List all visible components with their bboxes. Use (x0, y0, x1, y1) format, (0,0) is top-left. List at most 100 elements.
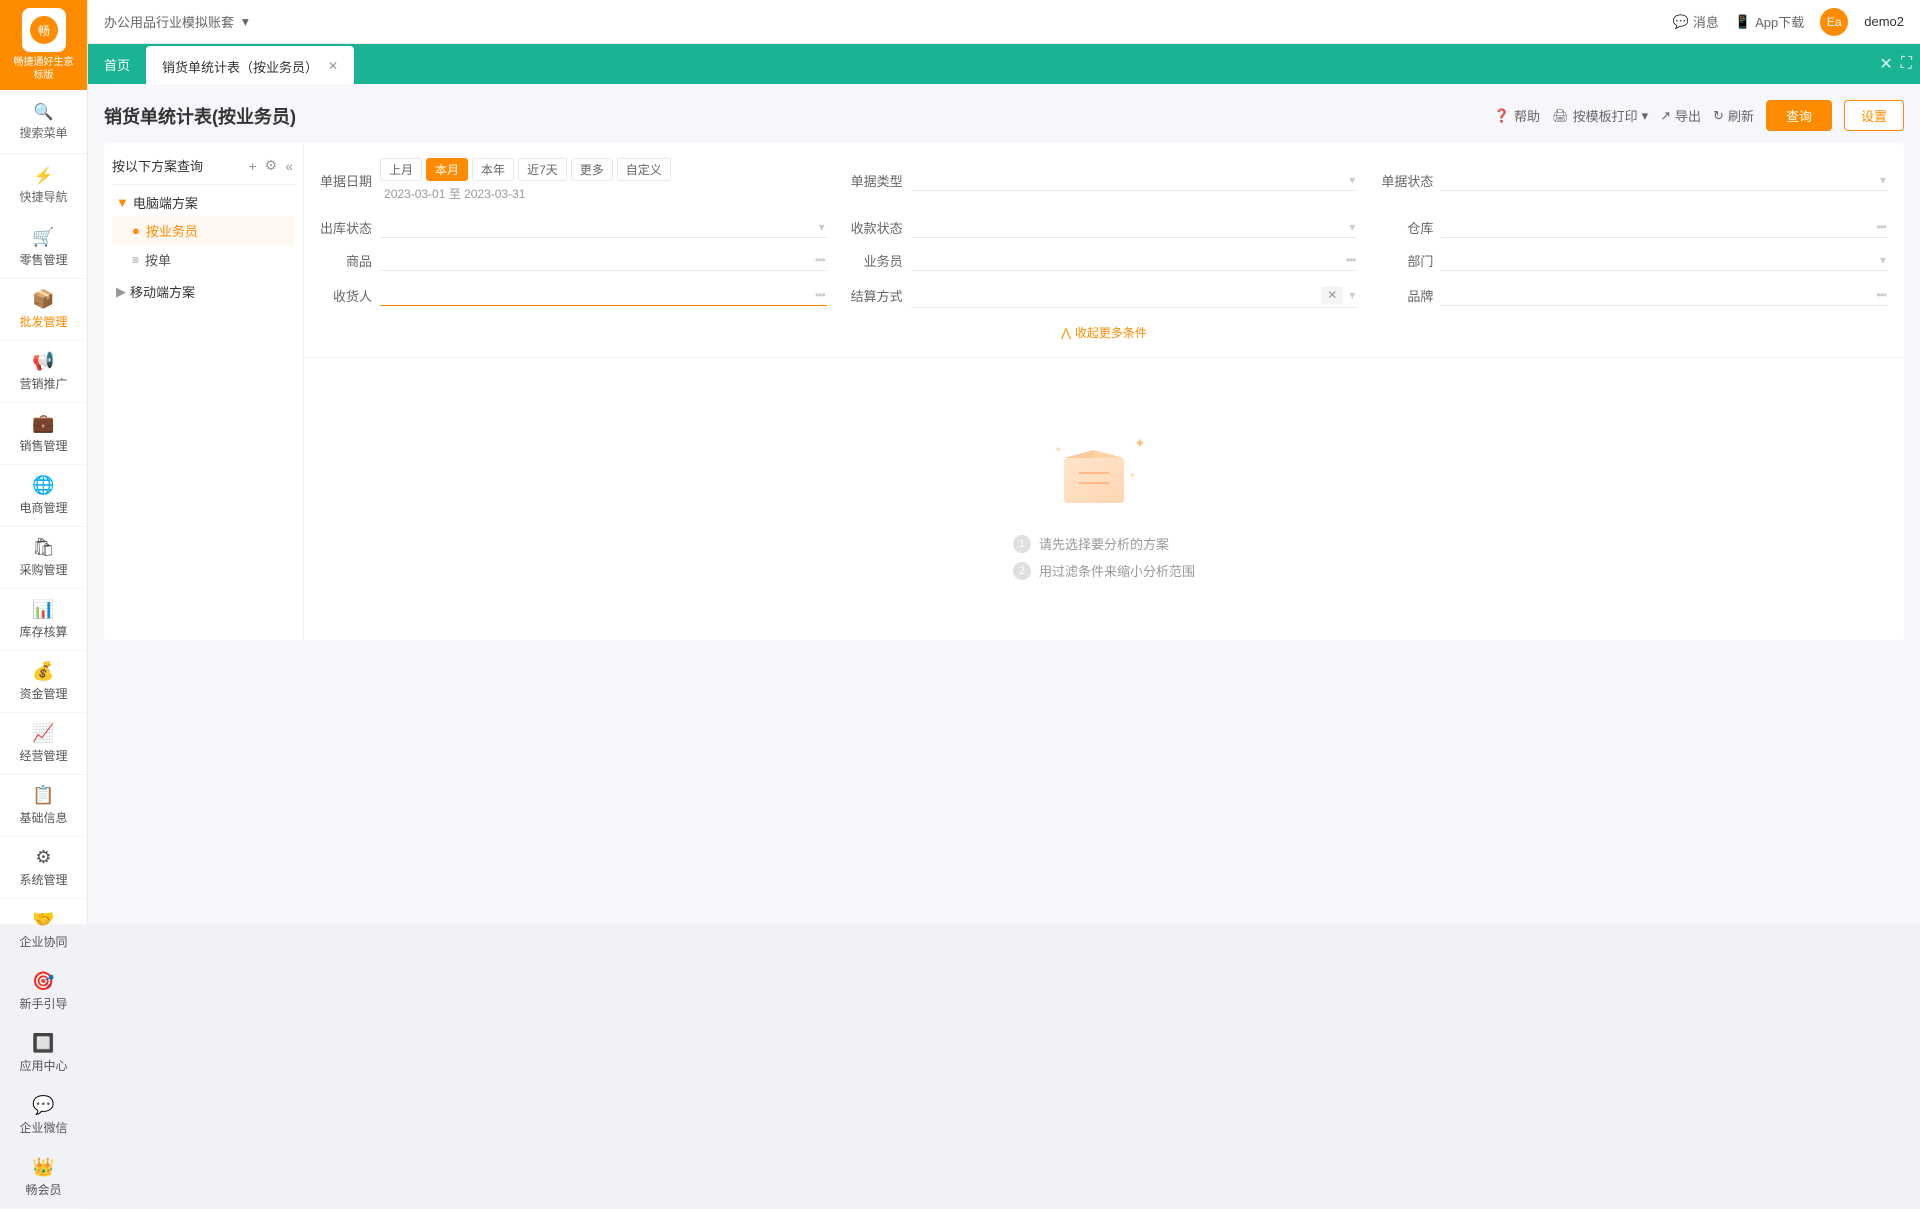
payment-content[interactable]: ▾ (911, 217, 1358, 238)
scheme-group-pc-header[interactable]: ▼ 电脑端方案 (112, 189, 295, 216)
refresh-button[interactable]: ↻ 刷新 (1713, 106, 1754, 125)
doc-type-filter-cell: 单据类型 ▾ (851, 155, 1358, 205)
receiver-content[interactable]: ••• (380, 285, 827, 306)
tab-home[interactable]: 首页 (88, 44, 146, 84)
scheme-add-button[interactable]: + (246, 155, 258, 176)
operation-icon: 📈 (32, 723, 54, 744)
app-download-label: App下载 (1755, 12, 1804, 31)
salesman-content[interactable]: ••• (911, 250, 1358, 271)
purchase-icon: 🛍 (32, 537, 55, 558)
brand-filter-cell: 品牌 ••• (1381, 283, 1888, 308)
scheme-item-by-order[interactable]: ≡ 按单 (112, 245, 295, 274)
scheme-group-mobile: ▶ 移动端方案 (112, 278, 295, 305)
brand-content[interactable]: ••• (1441, 285, 1888, 306)
scheme-item-salesman-label: 按业务员 (146, 221, 198, 240)
date-btn-last7[interactable]: 近7天 (518, 158, 567, 181)
help-button[interactable]: ❓ 帮助 (1494, 106, 1540, 125)
date-btn-custom[interactable]: 自定义 (617, 158, 671, 181)
tab-close-icon[interactable]: ✕ (328, 59, 338, 73)
app-download-button[interactable]: 📱 App下载 (1735, 12, 1804, 31)
settlement-chevron-icon: ▾ (1347, 288, 1357, 302)
tab-maximize-button[interactable]: ⛶ (1901, 55, 1912, 73)
sidebar-item-system[interactable]: ⚙ 系统管理 (0, 837, 87, 899)
outbound-label: 出库状态 (320, 218, 372, 237)
wholesale-label: 批发管理 (19, 313, 67, 330)
sidebar-item-wechat[interactable]: 💬 企业微信 (0, 1085, 87, 1147)
warehouse-content[interactable]: ••• (1441, 217, 1888, 238)
sidebar-search-section: 🔍 搜索菜单 (0, 90, 87, 154)
sidebar-item-stock[interactable]: 📊 库存核算 (0, 589, 87, 651)
search-menu-button[interactable]: 🔍 搜索菜单 (11, 98, 75, 145)
sidebar-item-apps[interactable]: 🔲 应用中心 (0, 1023, 87, 1085)
settlement-filter-cell: 结算方式 ✕ ▾ (851, 283, 1358, 308)
collapse-button[interactable]: ⋀ 收起更多条件 (320, 320, 1888, 345)
filter-area: 单据日期 上月 本月 本年 近7天 更多 自定义 (304, 143, 1904, 358)
doc-status-content[interactable]: ▾ (1441, 170, 1888, 191)
filter-row-4: 收货人 ••• 结算方式 (320, 283, 1888, 308)
doc-type-content[interactable]: ▾ (911, 170, 1358, 191)
date-btn-last-month[interactable]: 上月 (380, 158, 422, 181)
sidebar-logo[interactable]: 畅 畅捷通好生意 标版 (0, 0, 87, 90)
receiver-label: 收货人 (320, 286, 372, 305)
scheme-collapse-button[interactable]: « (283, 155, 295, 176)
settings-button[interactable]: 设置 (1844, 100, 1904, 131)
scheme-group-mobile-header[interactable]: ▶ 移动端方案 (112, 278, 295, 305)
content: 销货单统计表(按业务员) ❓ 帮助 🖨 按模板打印 ▾ ↗ 导出 (88, 84, 1920, 924)
search-menu-label: 搜索菜单 (19, 124, 67, 141)
sidebar-item-wholesale[interactable]: 📦 批发管理 (0, 279, 87, 341)
topbar-dropdown-button[interactable]: ▾ (242, 14, 249, 30)
sidebar: 畅 畅捷通好生意 标版 🔍 搜索菜单 ⚡ 快捷导航 🛒 零售管理 📦 批发管理 … (0, 0, 88, 924)
tabbar: 首页 销货单统计表（按业务员） ✕ ✕ ⛶ (88, 44, 1920, 84)
date-btn-this-year[interactable]: 本年 (472, 158, 514, 181)
sidebar-item-member[interactable]: 👑 畅会员 (0, 1147, 87, 1209)
query-button[interactable]: 查询 (1766, 100, 1832, 131)
sidebar-item-marketing[interactable]: 📢 营销推广 (0, 341, 87, 403)
tab-sales-stat[interactable]: 销货单统计表（按业务员） ✕ (146, 46, 354, 86)
goods-content[interactable]: ••• (380, 250, 827, 271)
sidebar-item-enterprise[interactable]: 🤝 企业协同 (0, 899, 87, 961)
settlement-clear-tag[interactable]: ✕ (1321, 286, 1343, 304)
sidebar-item-retail[interactable]: 🛒 零售管理 (0, 217, 87, 279)
pc-group-label: 电脑端方案 (133, 193, 198, 212)
empty-icon: ✦ ✦ ✦ (1044, 418, 1164, 518)
export-icon: ↗ (1660, 108, 1671, 124)
user-name: demo2 (1864, 14, 1904, 29)
sidebar-item-guide[interactable]: 🎯 新手引导 (0, 961, 87, 1023)
scheme-settings-icon[interactable]: ⚙ (263, 155, 280, 176)
sidebar-item-operation[interactable]: 📈 经营管理 (0, 713, 87, 775)
scheme-item-by-salesman[interactable]: ● 按业务员 (112, 216, 295, 245)
empty-text: 1 请先选择要分析的方案 2 用过滤条件来缩小分析范围 (1013, 534, 1195, 580)
outbound-content[interactable]: ▾ (380, 217, 827, 238)
date-btn-this-month[interactable]: 本月 (426, 158, 468, 181)
sidebar-item-purchase[interactable]: 🛍 采购管理 (0, 527, 87, 589)
member-icon: 👑 (32, 1157, 54, 1178)
layout-body: 按以下方案查询 + ⚙ « ▼ 电脑端方案 ● (104, 143, 1904, 640)
sidebar-item-base[interactable]: 📋 基础信息 (0, 775, 87, 837)
empty-state: ✦ ✦ ✦ 1 请先选择要分析的方案 2 (304, 358, 1904, 640)
export-button[interactable]: ↗ 导出 (1660, 106, 1701, 125)
sidebar-item-sales[interactable]: 💼 销售管理 (0, 403, 87, 465)
tab-close-window-button[interactable]: ✕ (1879, 54, 1892, 74)
help-icon: ❓ (1494, 108, 1510, 124)
message-button[interactable]: 💬 消息 (1673, 12, 1719, 31)
marketing-label: 营销推广 (19, 375, 67, 392)
department-content[interactable]: ▾ (1441, 250, 1888, 271)
doc-status-filter-cell: 单据状态 ▾ (1381, 155, 1888, 205)
user-avatar[interactable]: Ea (1820, 8, 1848, 36)
payment-filter-cell: 收款状态 ▾ (851, 217, 1358, 238)
enterprise-label: 企业协同 (19, 933, 67, 950)
brand-dots-icon: ••• (1874, 288, 1888, 302)
print-button[interactable]: 🖨 按模板打印 ▾ (1552, 106, 1648, 125)
date-btn-more[interactable]: 更多 (571, 158, 613, 181)
settlement-close-icon[interactable]: ✕ (1327, 288, 1337, 302)
download-icon: 📱 (1735, 14, 1751, 30)
quick-nav-button[interactable]: ⚡ 快捷导航 (11, 162, 75, 209)
wechat-icon: 💬 (32, 1095, 54, 1116)
salesman-filter-cell: 业务员 ••• (851, 250, 1358, 271)
svg-text:✦: ✦ (1134, 435, 1146, 451)
sidebar-item-finance[interactable]: 💰 资金管理 (0, 651, 87, 713)
svg-text:畅: 畅 (37, 24, 49, 38)
content-inner: 销货单统计表(按业务员) ❓ 帮助 🖨 按模板打印 ▾ ↗ 导出 (88, 84, 1920, 656)
sidebar-item-ecommerce[interactable]: 🌐 电商管理 (0, 465, 87, 527)
goods-label: 商品 (320, 251, 372, 270)
